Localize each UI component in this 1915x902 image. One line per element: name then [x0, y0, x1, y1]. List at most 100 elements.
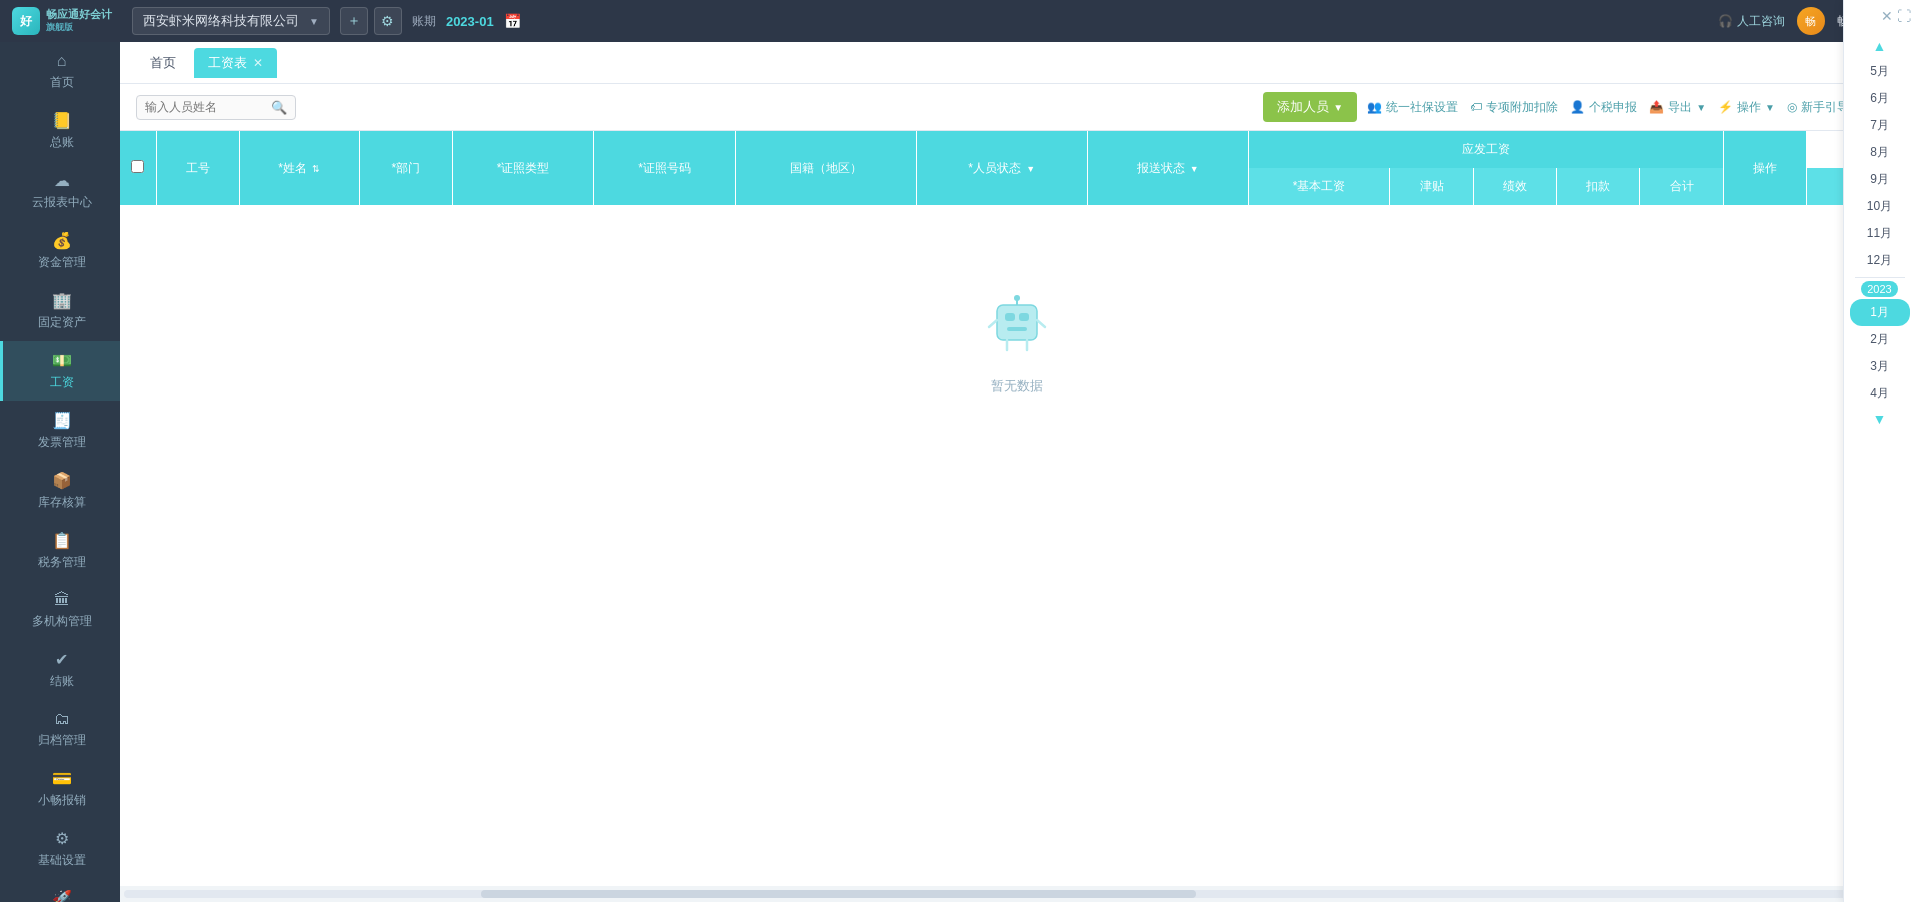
main-layout: ⌂ 首页 📒 总账 ☁ 云报表中心 💰 资金管理 🏢 固定资产 💵 工资 🧾 发…	[0, 42, 1915, 902]
sidebar-item-guide[interactable]: 🚀 新手引导	[0, 879, 120, 902]
sidebar-item-cloud-report[interactable]: ☁ 云报表中心	[0, 161, 120, 221]
settings-btn[interactable]: ⚙	[374, 7, 402, 35]
svg-line-7	[1037, 320, 1045, 327]
sidebar-label-closing: 结账	[50, 673, 74, 690]
month-separator	[1855, 277, 1905, 278]
month-item-8[interactable]: 8月	[1850, 139, 1910, 166]
month-item-11[interactable]: 11月	[1850, 220, 1910, 247]
month-item-2[interactable]: 2月	[1850, 326, 1910, 353]
personal-tax-label: 个税申报	[1589, 99, 1637, 116]
month-item-6[interactable]: 6月	[1850, 85, 1910, 112]
sidebar-item-tax[interactable]: 📋 税务管理	[0, 521, 120, 581]
month-nav-up[interactable]: ▲	[1869, 34, 1891, 58]
empty-text: 暂无数据	[991, 377, 1043, 395]
operations-btn[interactable]: ⚡ 操作 ▼	[1718, 99, 1775, 116]
user-avatar: 畅	[1797, 7, 1825, 35]
period-value: 2023-01	[446, 14, 494, 29]
special-deduct-btn[interactable]: 🏷 专项附加扣除	[1470, 99, 1558, 116]
emp-status-filter-icon[interactable]: ▼	[1026, 164, 1035, 174]
sidebar-item-closing[interactable]: ✔ 结账	[0, 640, 120, 700]
tab-home[interactable]: 首页	[136, 48, 190, 78]
svg-rect-0	[997, 305, 1037, 340]
search-icon: 🔍	[271, 100, 287, 115]
empty-state: 暂无数据	[120, 205, 1915, 475]
export-chevron-icon: ▼	[1696, 102, 1706, 113]
svg-point-5	[1014, 295, 1020, 301]
th-operations: 操作	[1723, 131, 1806, 205]
tab-close-icon[interactable]: ✕	[253, 56, 263, 70]
th-emp-status: *人员状态 ▼	[916, 131, 1087, 205]
svg-rect-2	[1019, 313, 1029, 321]
panel-expand-icon[interactable]: ⛶	[1897, 8, 1911, 24]
sidebar-item-multi-org[interactable]: 🏛 多机构管理	[0, 581, 120, 640]
sidebar-item-archive[interactable]: 🗂 归档管理	[0, 700, 120, 759]
th-checkbox	[120, 131, 156, 205]
tab-home-label: 首页	[150, 54, 176, 72]
table-wrap: 工号 *姓名 ⇅ *部门 *证照类型 *证照号码	[120, 131, 1915, 886]
logo-icon: 好	[12, 7, 40, 35]
app-name: 畅应通好会计	[46, 8, 112, 21]
tab-salary-label: 工资表	[208, 54, 247, 72]
month-item-7[interactable]: 7月	[1850, 112, 1910, 139]
sidebar-item-inventory[interactable]: 📦 库存核算	[0, 461, 120, 521]
sidebar-item-ledger[interactable]: 📒 总账	[0, 101, 120, 161]
social-setting-btn[interactable]: 👥 统一社保设置	[1367, 99, 1458, 116]
month-item-3[interactable]: 3月	[1850, 353, 1910, 380]
salary-icon: 💵	[52, 351, 72, 370]
sidebar-item-invoice[interactable]: 🧾 发票管理	[0, 401, 120, 461]
guide-btn[interactable]: ◎ 新手引导	[1787, 99, 1849, 116]
calendar-icon[interactable]: 📅	[504, 13, 521, 29]
header-actions: ＋ ⚙	[340, 7, 402, 35]
logo-text-wrap: 畅应通好会计 旗舰版	[46, 8, 112, 34]
name-sort-icon[interactable]: ⇅	[312, 164, 320, 174]
search-input[interactable]	[145, 100, 265, 114]
sidebar-label-tax: 税务管理	[38, 554, 86, 571]
sidebar-label-archive: 归档管理	[38, 732, 86, 749]
svg-rect-1	[1005, 313, 1015, 321]
report-status-filter-icon[interactable]: ▼	[1190, 164, 1199, 174]
settings-sidebar-icon: ⚙	[55, 829, 69, 848]
add-company-btn[interactable]: ＋	[340, 7, 368, 35]
h-scrollbar-thumb[interactable]	[481, 890, 1196, 898]
month-item-10[interactable]: 10月	[1850, 193, 1910, 220]
month-item-9[interactable]: 9月	[1850, 166, 1910, 193]
year-badge: 2023	[1861, 281, 1897, 297]
search-input-wrap[interactable]: 🔍	[136, 95, 296, 120]
th-emp-id: 工号	[156, 131, 239, 205]
guide-toolbar-icon: ◎	[1787, 100, 1797, 114]
sidebar-label-multi-org: 多机构管理	[32, 613, 92, 630]
th-id-no: *证照号码	[594, 131, 736, 205]
month-item-12[interactable]: 12月	[1850, 247, 1910, 274]
month-item-4[interactable]: 4月	[1850, 380, 1910, 407]
h-scrollbar-area[interactable]	[120, 886, 1915, 902]
month-item-1[interactable]: 1月	[1850, 299, 1910, 326]
sidebar-item-home[interactable]: ⌂ 首页	[0, 42, 120, 101]
panel-close-icon[interactable]: ✕	[1881, 8, 1893, 24]
sidebar-item-salary[interactable]: 💵 工资	[0, 341, 120, 401]
salary-table: 工号 *姓名 ⇅ *部门 *证照类型 *证照号码	[120, 131, 1915, 475]
asset-icon: 🏢	[52, 291, 72, 310]
operations-label: 操作	[1737, 99, 1761, 116]
guide-icon: 🚀	[52, 889, 72, 902]
export-btn[interactable]: 📤 导出 ▼	[1649, 99, 1706, 116]
sidebar-item-expense[interactable]: 💳 小畅报销	[0, 759, 120, 819]
h-scrollbar-track	[124, 890, 1911, 898]
top-header: 好 畅应通好会计 旗舰版 西安虾米网络科技有限公司 ▼ ＋ ⚙ 账期 2023-…	[0, 0, 1915, 42]
select-all-checkbox[interactable]	[131, 160, 144, 173]
sidebar-label-ledger: 总账	[50, 134, 74, 151]
sidebar-item-asset[interactable]: 🏢 固定资产	[0, 281, 120, 341]
month-nav-down[interactable]: ▼	[1869, 407, 1891, 431]
sidebar-item-settings[interactable]: ⚙ 基础设置	[0, 819, 120, 879]
add-chevron-icon: ▼	[1333, 102, 1343, 113]
home-icon: ⌂	[57, 52, 67, 70]
th-performance: 绩效	[1473, 168, 1556, 205]
personal-tax-btn[interactable]: 👤 个税申报	[1570, 99, 1637, 116]
sidebar-label-fund: 资金管理	[38, 254, 86, 271]
tab-salary-table[interactable]: 工资表 ✕	[194, 48, 277, 78]
sidebar-item-fund[interactable]: 💰 资金管理	[0, 221, 120, 281]
th-total: 合计	[1640, 168, 1723, 205]
add-person-button[interactable]: 添加人员 ▼	[1263, 92, 1357, 122]
company-selector[interactable]: 西安虾米网络科技有限公司 ▼	[132, 7, 330, 35]
support-btn[interactable]: 🎧 人工咨询	[1718, 13, 1785, 30]
month-item-5[interactable]: 5月	[1850, 58, 1910, 85]
